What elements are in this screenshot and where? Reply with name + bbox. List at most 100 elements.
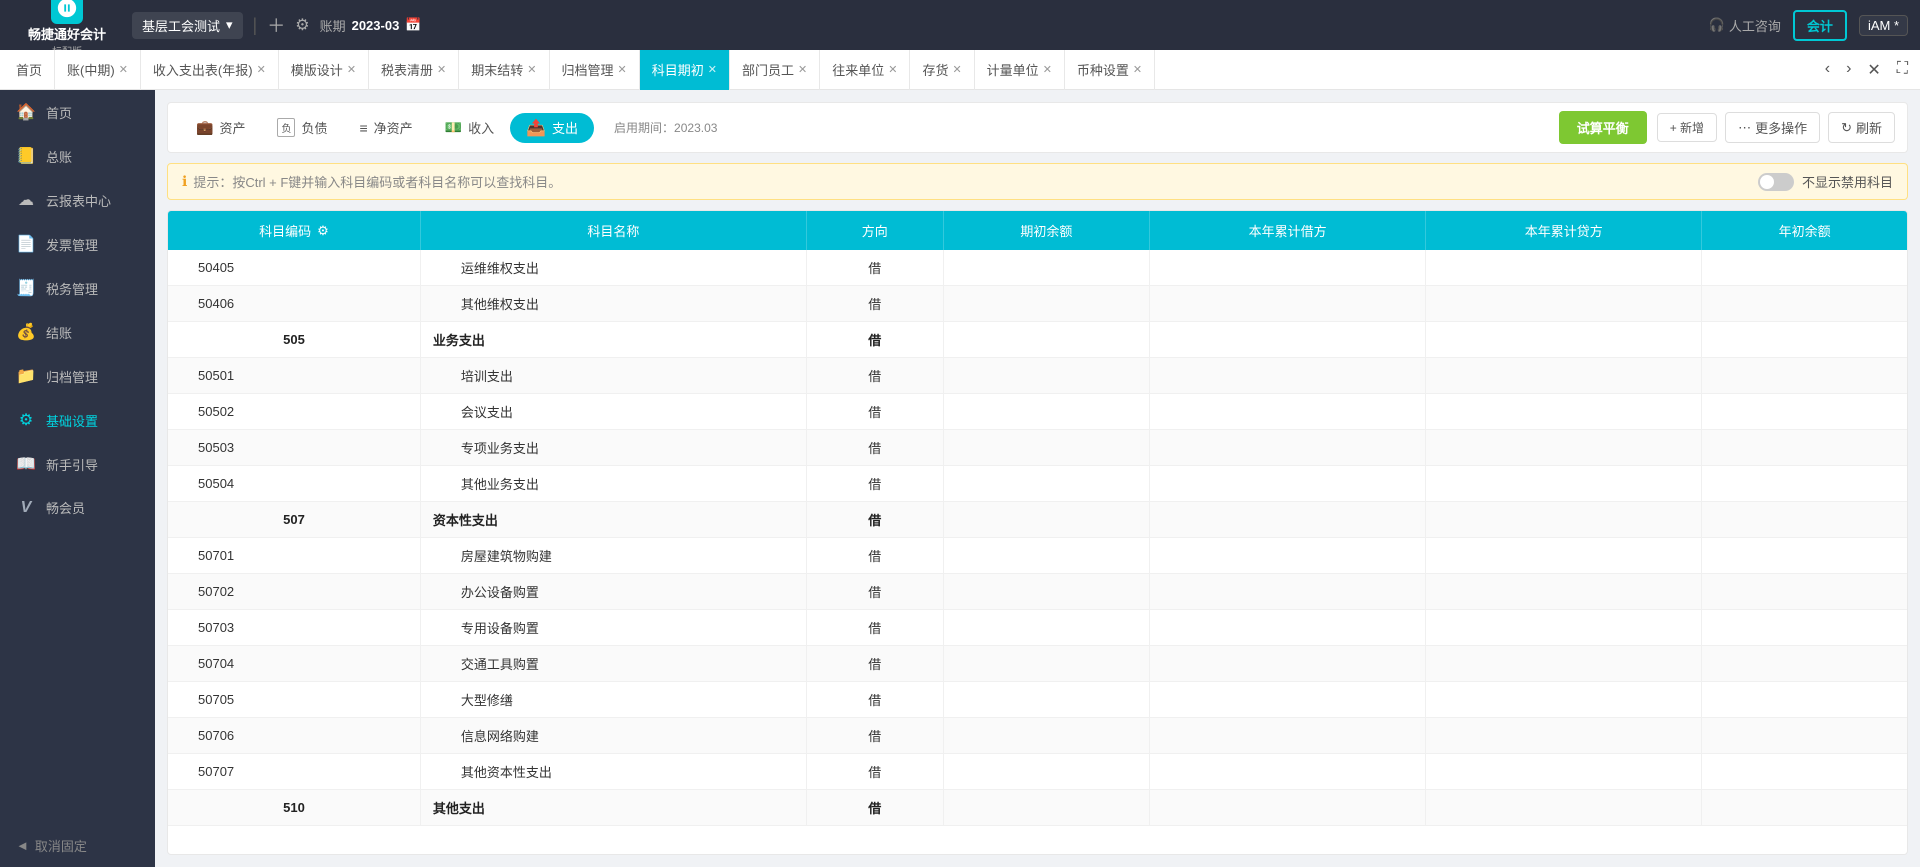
tab-dept-staff[interactable]: 部门员工 ✕ — [730, 50, 820, 90]
sidebar-item-cloud-report[interactable]: ☁ 云报表中心 — [0, 178, 155, 222]
tab-period-close[interactable]: 期末结转 ✕ — [459, 50, 549, 90]
tab-close[interactable]: ✕ — [1133, 63, 1142, 76]
tab-template[interactable]: 模版设计 ✕ — [279, 50, 369, 90]
add-button[interactable]: + 新增 — [1657, 113, 1717, 142]
cell-name: 业务支出 — [420, 322, 806, 358]
more-label: 更多操作 — [1755, 118, 1807, 137]
close-account-icon: 💰 — [16, 322, 36, 342]
table-row[interactable]: 505 业务支出 借 — [168, 322, 1907, 358]
table-row[interactable]: 50704 交通工具购置 借 — [168, 646, 1907, 682]
sidebar-item-guide[interactable]: 📖 新手引导 — [0, 442, 155, 486]
tab-close[interactable]: ✕ — [1043, 63, 1052, 76]
account-button[interactable]: 会计 — [1793, 10, 1847, 41]
cell-annual-debit — [1150, 502, 1426, 538]
guide-icon: 📖 — [16, 454, 36, 474]
sidebar: 🏠 首页 📒 总账 ☁ 云报表中心 📄 发票管理 🧾 税务管理 💰 结账 📁 归… — [0, 90, 155, 867]
filter-label: 净资产 — [374, 118, 413, 137]
filter-tab-equity[interactable]: ≡ 净资产 — [343, 113, 428, 142]
tab-close[interactable]: ✕ — [618, 63, 627, 76]
tab-close[interactable]: ✕ — [708, 63, 717, 76]
table-row[interactable]: 50705 大型修缮 借 — [168, 682, 1907, 718]
tab-home[interactable]: 首页 — [4, 50, 55, 90]
calendar-icon[interactable]: 📅 — [405, 17, 421, 33]
sidebar-item-archive[interactable]: 📁 归档管理 — [0, 354, 155, 398]
table-row[interactable]: 50406 其他维权支出 借 — [168, 286, 1907, 322]
filter-tab-expenditure[interactable]: 📤 支出 — [510, 113, 594, 143]
tab-measure-unit[interactable]: 计量单位 ✕ — [975, 50, 1065, 90]
sidebar-item-close-account[interactable]: 💰 结账 — [0, 310, 155, 354]
tab-subject-init[interactable]: 科目期初 ✕ — [640, 50, 730, 90]
tab-income-report[interactable]: 收入支出表(年报) ✕ — [141, 50, 279, 90]
tab-close[interactable]: ✕ — [437, 63, 446, 76]
table-row[interactable]: 50504 其他业务支出 借 — [168, 466, 1907, 502]
table-row[interactable]: 50501 培训支出 借 — [168, 358, 1907, 394]
tab-close[interactable]: ✕ — [798, 63, 807, 76]
support-button[interactable]: 🎧 人工咨询 — [1709, 16, 1781, 35]
filter-tab-income[interactable]: 💵 收入 — [429, 113, 510, 142]
settings-icon[interactable]: ⚙ — [295, 15, 309, 35]
tab-close-all-btn[interactable]: ✕ — [1859, 56, 1888, 84]
cell-direction: 借 — [806, 790, 943, 826]
sidebar-item-ledger[interactable]: 📒 总账 — [0, 134, 155, 178]
filter-tab-assets[interactable]: 💼 资产 — [180, 113, 261, 142]
refresh-button[interactable]: ↻ 刷新 — [1828, 112, 1895, 143]
table-row[interactable]: 50405 运维维权支出 借 — [168, 250, 1907, 286]
tab-tax-report[interactable]: 税表清册 ✕ — [369, 50, 459, 90]
tab-close[interactable]: ✕ — [119, 63, 128, 76]
tab-account-mid[interactable]: 账(中期) ✕ — [55, 50, 141, 90]
cell-annual-credit — [1426, 790, 1702, 826]
tab-close[interactable]: ✕ — [257, 63, 266, 76]
refresh-icon: ↻ — [1841, 120, 1852, 136]
more-actions-button[interactable]: ⋯ 更多操作 — [1725, 112, 1820, 143]
table-row[interactable]: 50706 信息网络购建 借 — [168, 718, 1907, 754]
tab-currency[interactable]: 币种设置 ✕ — [1065, 50, 1155, 90]
tab-next-btn[interactable]: › — [1838, 56, 1859, 84]
tab-expand-btn[interactable]: ⛶ — [1889, 56, 1916, 84]
cell-annual-debit — [1150, 646, 1426, 682]
sidebar-item-member[interactable]: V 畅会员 — [0, 486, 155, 529]
company-selector[interactable]: 基层工会测试 ▾ — [132, 12, 243, 39]
disable-toggle[interactable] — [1758, 173, 1794, 191]
sidebar-item-settings[interactable]: ⚙ 基础设置 — [0, 398, 155, 442]
balance-button[interactable]: 试算平衡 — [1559, 111, 1647, 144]
tab-close[interactable]: ✕ — [527, 63, 536, 76]
cell-opening-balance — [943, 322, 1149, 358]
tab-close[interactable]: ✕ — [952, 63, 961, 76]
add-company-btn[interactable]: ＋ — [267, 12, 285, 38]
cell-direction: 借 — [806, 646, 943, 682]
sidebar-pin-toggle[interactable]: ◄ 取消固定 — [0, 824, 155, 867]
hint-left: ℹ 提示：按Ctrl + F键并输入科目编码或者科目名称可以查找科目。 — [182, 172, 561, 191]
sidebar-item-home[interactable]: 🏠 首页 — [0, 90, 155, 134]
table-row[interactable]: 50702 办公设备购置 借 — [168, 574, 1907, 610]
subject-table: 科目编码 ⚙ 科目名称 方向 期初余额 本年累计借方 本年累计贷方 年初余额 5 — [168, 211, 1907, 826]
settings-gear-icon[interactable]: ⚙ — [317, 223, 329, 239]
tab-close[interactable]: ✕ — [347, 63, 356, 76]
sidebar-item-tax[interactable]: 🧾 税务管理 — [0, 266, 155, 310]
cell-annual-credit — [1426, 754, 1702, 790]
cell-opening-balance — [943, 718, 1149, 754]
table-row[interactable]: 50503 专项业务支出 借 — [168, 430, 1907, 466]
cell-year-start — [1702, 754, 1907, 790]
table-row[interactable]: 50703 专用设备购置 借 — [168, 610, 1907, 646]
tab-close[interactable]: ✕ — [888, 63, 897, 76]
cell-annual-debit — [1150, 790, 1426, 826]
table-row[interactable]: 50701 房屋建筑物购建 借 — [168, 538, 1907, 574]
table-row[interactable]: 507 资本性支出 借 — [168, 502, 1907, 538]
th-direction: 方向 — [806, 211, 943, 250]
sidebar-item-invoice[interactable]: 📄 发票管理 — [0, 222, 155, 266]
cell-name: 培训支出 — [420, 358, 806, 394]
cell-annual-debit — [1150, 286, 1426, 322]
cell-direction: 借 — [806, 358, 943, 394]
table-row[interactable]: 510 其他支出 借 — [168, 790, 1907, 826]
filter-tab-liabilities[interactable]: 负 负债 — [261, 113, 343, 142]
member-icon: V — [16, 499, 36, 517]
cell-name: 专用设备购置 — [420, 610, 806, 646]
table-row[interactable]: 50502 会议支出 借 — [168, 394, 1907, 430]
hint-text: 提示：按Ctrl + F键并输入科目编码或者科目名称可以查找科目。 — [193, 172, 561, 191]
tab-prev-btn[interactable]: ‹ — [1817, 56, 1838, 84]
iam-badge[interactable]: iAM * — [1859, 15, 1908, 36]
table-row[interactable]: 50707 其他资本性支出 借 — [168, 754, 1907, 790]
tab-units[interactable]: 往来单位 ✕ — [820, 50, 910, 90]
tab-inventory[interactable]: 存货 ✕ — [910, 50, 974, 90]
tab-archive[interactable]: 归档管理 ✕ — [550, 50, 640, 90]
